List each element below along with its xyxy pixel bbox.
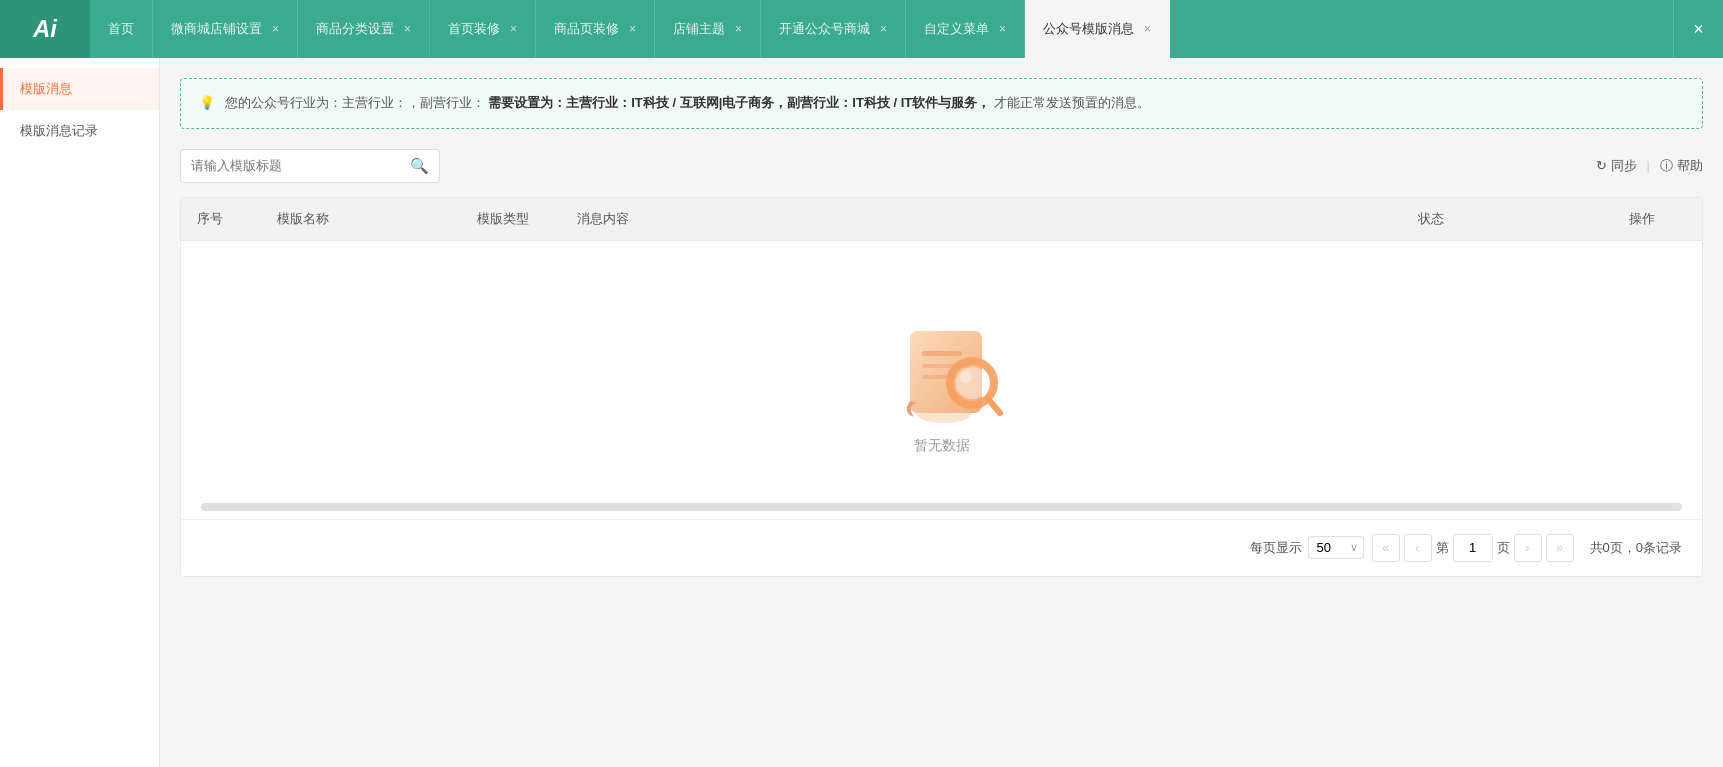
nav-tab-close-icon[interactable]: × (629, 23, 636, 35)
sync-icon: ↻ (1596, 158, 1607, 173)
content-area: 💡 您的公众号行业为：主营行业：，副营行业： 需要设置为：主营行业：IT科技 /… (160, 58, 1723, 767)
svg-line-8 (988, 399, 1000, 413)
empty-state: 暂无数据 (181, 241, 1702, 495)
col-content: 消息内容 (561, 198, 1402, 240)
nav-tab-close-icon[interactable]: × (880, 23, 887, 35)
first-page-button[interactable]: « (1372, 534, 1400, 562)
nav-tab-label: 开通公众号商城 (779, 20, 870, 38)
search-icon[interactable]: 🔍 (410, 157, 429, 175)
page-suffix: 页 (1497, 539, 1510, 557)
sidebar: 模版消息模版消息记录 (0, 58, 160, 767)
help-icon: ⓘ (1660, 157, 1673, 175)
nav-tab-open-wechat-shop[interactable]: 开通公众号商城 × (761, 0, 906, 58)
search-bar: 🔍 ↻ 同步 | ⓘ 帮助 (180, 149, 1703, 183)
nav-tab-label: 自定义菜单 (924, 20, 989, 38)
nav-tab-homepage-decoration[interactable]: 首页装修 × (430, 0, 536, 58)
nav-tab-close-icon[interactable]: × (272, 23, 279, 35)
page-total: 共0页，0条记录 (1590, 539, 1682, 557)
notice-highlight: 需要设置为：主营行业：IT科技 / 互联网|电子商务，副营行业：IT科技 / I… (488, 95, 990, 110)
scrollbar-row (181, 495, 1702, 519)
nav-tab-product-page-decoration[interactable]: 商品页装修 × (536, 0, 655, 58)
notice-suffix: 才能正常发送预置的消息。 (994, 95, 1150, 110)
col-seq: 序号 (181, 198, 261, 240)
prev-page-button[interactable]: ‹ (1404, 534, 1432, 562)
svg-point-7 (956, 367, 988, 399)
nav-tab-wechat-shop-settings[interactable]: 微商城店铺设置 × (153, 0, 298, 58)
fake-scrollbar[interactable] (201, 503, 1682, 511)
sync-button[interactable]: ↻ 同步 (1596, 157, 1637, 175)
svg-rect-3 (922, 351, 962, 356)
sidebar-item-template-message-record[interactable]: 模版消息记录 (0, 110, 159, 152)
col-action: 操作 (1582, 198, 1702, 240)
nav-tab-product-category[interactable]: 商品分类设置 × (298, 0, 430, 58)
nav-tab-close-icon[interactable]: × (404, 23, 411, 35)
empty-text: 暂无数据 (914, 437, 970, 455)
nav-tab-wechat-template-msg[interactable]: 公众号模版消息 × (1025, 0, 1170, 58)
empty-illustration (882, 301, 1002, 421)
nav-tab-label: 公众号模版消息 (1043, 20, 1134, 38)
nav-tab-label: 首页 (108, 20, 134, 38)
nav-tab-shop-theme[interactable]: 店铺主题 × (655, 0, 761, 58)
nav-tab-close-icon[interactable]: × (510, 23, 517, 35)
sidebar-item-template-message[interactable]: 模版消息 (0, 68, 159, 110)
per-page-select: 每页显示 50 10 20 100 (1250, 536, 1364, 559)
last-page-button[interactable]: » (1546, 534, 1574, 562)
nav-tab-label: 店铺主题 (673, 20, 725, 38)
app-logo: Ai (0, 0, 90, 58)
close-all-tabs-button[interactable]: × (1673, 0, 1723, 58)
page-number-input[interactable] (1453, 534, 1493, 562)
help-label: 帮助 (1677, 157, 1703, 175)
nav-tab-label: 商品页装修 (554, 20, 619, 38)
per-page-dropdown[interactable]: 50 10 20 100 (1308, 536, 1364, 559)
top-navigation: Ai 首页微商城店铺设置×商品分类设置×首页装修×商品页装修×店铺主题×开通公众… (0, 0, 1723, 58)
per-page-wrap[interactable]: 50 10 20 100 (1308, 536, 1364, 559)
sync-label: 同步 (1611, 157, 1637, 175)
table-header: 序号 模版名称 模版类型 消息内容 状态 操作 (181, 198, 1702, 241)
col-type: 模版类型 (461, 198, 561, 240)
page-prefix: 第 (1436, 539, 1449, 557)
nav-tab-close-icon[interactable]: × (735, 23, 742, 35)
next-page-button[interactable]: › (1514, 534, 1542, 562)
search-input[interactable] (191, 158, 410, 173)
nav-tab-label: 商品分类设置 (316, 20, 394, 38)
actions-divider: | (1647, 158, 1650, 173)
notice-icon: 💡 (199, 95, 215, 110)
per-page-label: 每页显示 (1250, 539, 1302, 557)
page-navigation: « ‹ 第 页 › » (1372, 534, 1574, 562)
nav-tab-label: 微商城店铺设置 (171, 20, 262, 38)
help-button[interactable]: ⓘ 帮助 (1660, 157, 1703, 175)
nav-tab-home[interactable]: 首页 (90, 0, 153, 58)
notice-prefix: 您的公众号行业为：主营行业：，副营行业： (225, 95, 485, 110)
nav-tab-close-icon[interactable]: × (999, 23, 1006, 35)
svg-point-9 (960, 371, 972, 383)
notice-box: 💡 您的公众号行业为：主营行业：，副营行业： 需要设置为：主营行业：IT科技 /… (180, 78, 1703, 129)
col-status: 状态 (1402, 198, 1582, 240)
template-table: 序号 模版名称 模版类型 消息内容 状态 操作 (180, 197, 1703, 577)
search-actions: ↻ 同步 | ⓘ 帮助 (1596, 157, 1703, 175)
search-input-wrap[interactable]: 🔍 (180, 149, 440, 183)
col-name: 模版名称 (261, 198, 461, 240)
main-layout: 模版消息模版消息记录 💡 您的公众号行业为：主营行业：，副营行业： 需要设置为：… (0, 58, 1723, 767)
pagination: 每页显示 50 10 20 100 « ‹ 第 页 (181, 519, 1702, 576)
nav-tab-custom-menu[interactable]: 自定义菜单 × (906, 0, 1025, 58)
nav-tab-close-icon[interactable]: × (1144, 23, 1151, 35)
nav-tab-label: 首页装修 (448, 20, 500, 38)
nav-tabs-container: 首页微商城店铺设置×商品分类设置×首页装修×商品页装修×店铺主题×开通公众号商城… (90, 0, 1673, 58)
